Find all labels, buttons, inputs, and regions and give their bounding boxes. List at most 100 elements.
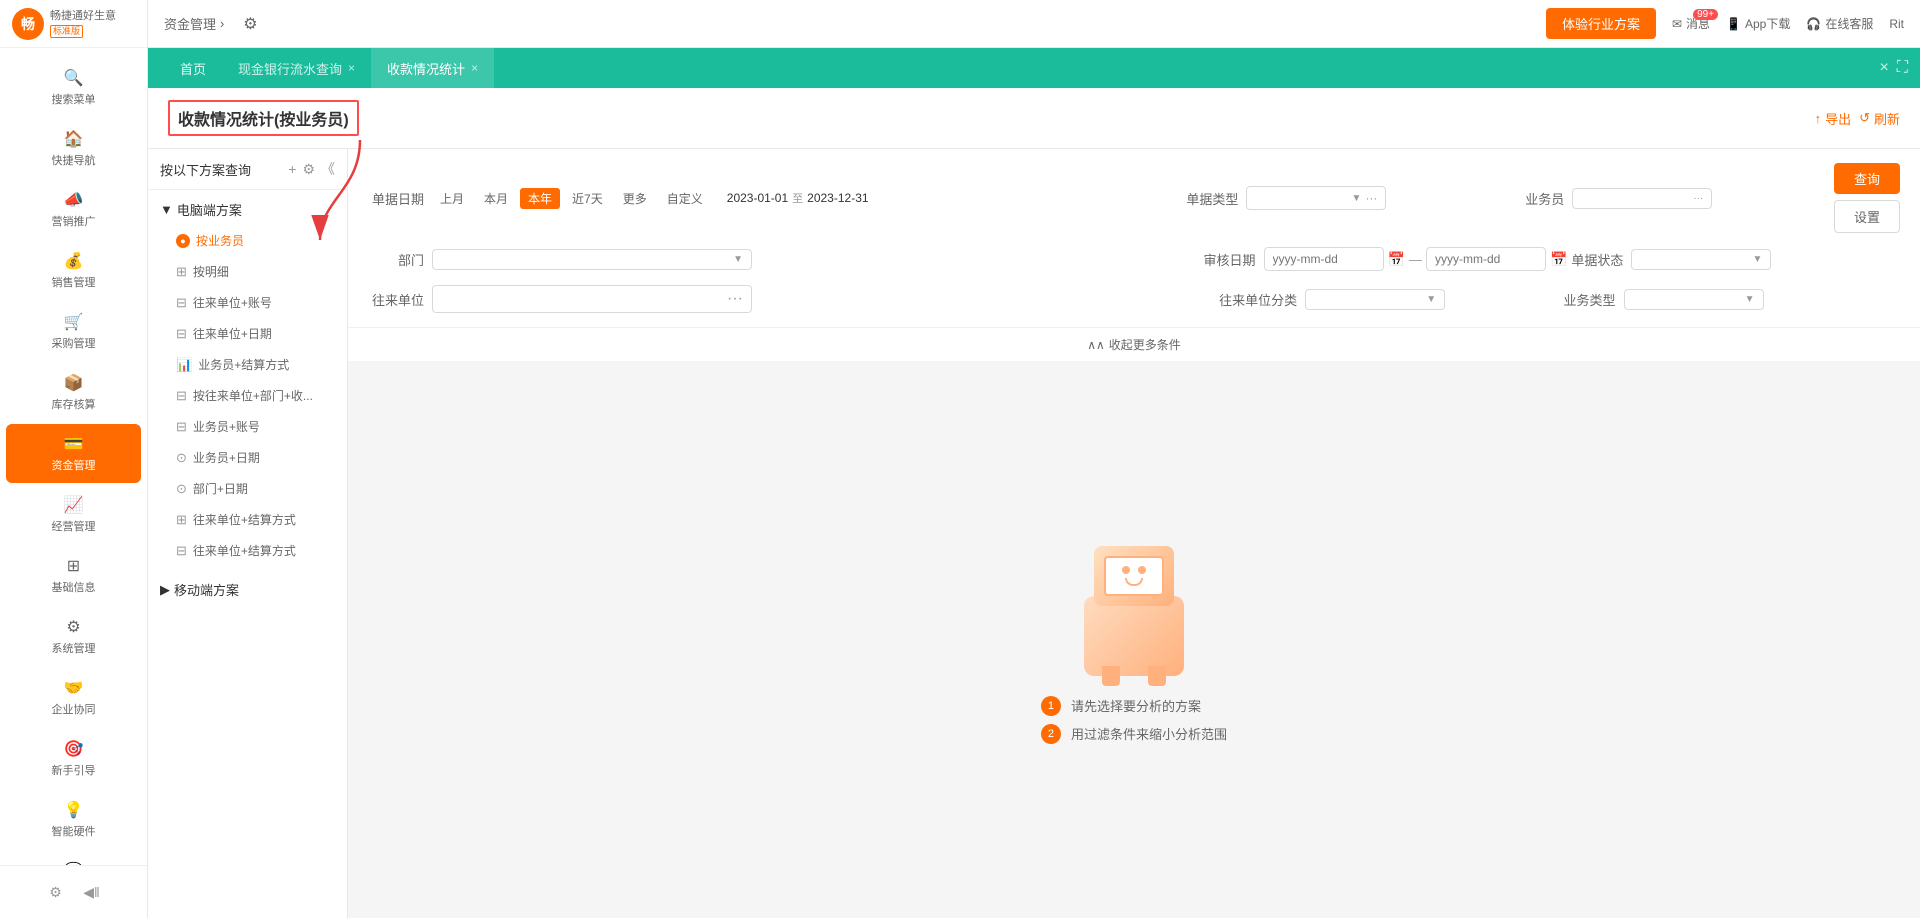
- business-type-label: 业务类型: [1560, 290, 1616, 309]
- scheme-item-detail[interactable]: ⊞ 按明细: [148, 256, 347, 287]
- sidebar-item-enterprise[interactable]: 🤝 企业协同: [6, 668, 141, 727]
- filter-cell-counterparty-category: 往来单位分类 ▼: [1219, 289, 1559, 310]
- counterparty-select[interactable]: ···: [432, 285, 752, 313]
- tab-fullscreen-icon[interactable]: ⛶: [1897, 59, 1908, 77]
- tabbar: 首页 现金银行流水查询 × 收款情况统计 × × ⛶: [148, 48, 1920, 88]
- date-tab-7days[interactable]: 近7天: [564, 188, 611, 209]
- sidebar-item-marketing[interactable]: 📣 营销推广: [6, 180, 141, 239]
- scheme-item-dept-date[interactable]: ⊙ 部门+日期: [148, 473, 347, 504]
- right-panel: 单据日期 上月 本月 本年 近7天 更多 自定义: [348, 149, 1920, 918]
- robot-left-leg: [1102, 666, 1120, 686]
- sidebar-item-search-menu[interactable]: 🔍 搜索菜单: [6, 58, 141, 117]
- refresh-button[interactable]: ↺ 刷新: [1859, 109, 1900, 128]
- robot-face-features: [1122, 566, 1146, 586]
- partner-dept-icon: ⊟: [176, 388, 187, 404]
- system-icon: ⚙: [66, 617, 80, 637]
- desktop-scheme-header[interactable]: ▼ 电脑端方案: [148, 194, 347, 225]
- voucher-type-more[interactable]: ···: [1365, 191, 1377, 205]
- bank-flow-tab-close[interactable]: ×: [348, 61, 355, 75]
- home-tab-label: 首页: [180, 59, 206, 78]
- counterparty-category-select[interactable]: ▼: [1305, 289, 1445, 310]
- settings-button[interactable]: 设置: [1834, 200, 1900, 233]
- business-type-select[interactable]: ▼: [1624, 289, 1764, 310]
- query-button[interactable]: 查询: [1834, 163, 1900, 194]
- main-area: 资金管理 › ⚙ 体验行业方案 ✉ 消息 99+ 📱 App下载: [148, 0, 1920, 918]
- topbar-settings-icon[interactable]: ⚙: [236, 10, 264, 38]
- scheme-item-staff-date[interactable]: ⊙ 业务员+日期: [148, 442, 347, 473]
- staff-select[interactable]: ···: [1572, 188, 1712, 209]
- staff-date-icon: ⊙: [176, 450, 187, 466]
- scheme-item-partner-account[interactable]: ⊟ 往来单位+账号: [148, 287, 347, 318]
- sidebar-item-system[interactable]: ⚙ 系统管理: [6, 607, 141, 666]
- trial-industry-button[interactable]: 体验行业方案: [1546, 8, 1656, 39]
- counterparty-ellipsis[interactable]: ···: [727, 290, 743, 308]
- scheme-item-by-staff[interactable]: ● 按业务员: [148, 225, 347, 256]
- sidebar-item-operation[interactable]: 📈 经营管理: [6, 485, 141, 544]
- empty-illustration: [1054, 536, 1214, 676]
- review-date-to-cal[interactable]: 📅: [1550, 251, 1567, 268]
- scheme-item-staff-account[interactable]: ⊟ 业务员+账号: [148, 411, 347, 442]
- scheme-settings-button[interactable]: ⚙: [302, 161, 315, 178]
- sidebar-item-wechat[interactable]: 💬 企业微信: [6, 851, 141, 865]
- message-icon: ✉: [1672, 17, 1682, 31]
- tab-home[interactable]: 首页: [164, 48, 222, 88]
- robot-right-leg: [1148, 666, 1166, 686]
- message-button[interactable]: ✉ 消息 99+: [1672, 15, 1710, 32]
- filter-cell-business-type: 业务类型 ▼: [1560, 289, 1900, 310]
- sidebar-item-guide[interactable]: 🎯 新手引导: [6, 729, 141, 788]
- counterparty-category-label: 往来单位分类: [1219, 290, 1297, 309]
- date-tab-this-year[interactable]: 本年: [520, 188, 560, 209]
- online-service-button[interactable]: 🎧 在线客服: [1806, 15, 1873, 32]
- sidebar-item-finance[interactable]: 💳 资金管理: [6, 424, 141, 483]
- tab-bank-flow[interactable]: 现金银行流水查询 ×: [222, 48, 371, 88]
- sidebar-item-basic[interactable]: ⊞ 基础信息: [6, 546, 141, 605]
- date-tab-this-month[interactable]: 本月: [476, 188, 516, 209]
- business-type-arrow: ▼: [1745, 294, 1755, 305]
- sidebar-item-sales[interactable]: 💰 销售管理: [6, 241, 141, 300]
- date-tab-custom[interactable]: 自定义: [659, 188, 711, 209]
- tab-collection-stats[interactable]: 收款情况统计 ×: [371, 48, 494, 88]
- topbar: 资金管理 › ⚙ 体验行业方案 ✉ 消息 99+ 📱 App下载: [148, 0, 1920, 48]
- desktop-scheme-arrow: ▼: [160, 202, 173, 217]
- review-date-from-cal[interactable]: 📅: [1388, 251, 1405, 268]
- tab-close-all-icon[interactable]: ×: [1879, 59, 1888, 77]
- scheme-item-partner-date[interactable]: ⊟ 往来单位+日期: [148, 318, 347, 349]
- export-button[interactable]: ↑ 导出: [1815, 109, 1852, 128]
- app-download-button[interactable]: 📱 App下载: [1726, 15, 1790, 32]
- finance-icon: 💳: [64, 434, 84, 454]
- date-tab-last-month[interactable]: 上月: [432, 188, 472, 209]
- collapse-panel-button[interactable]: 《: [321, 159, 335, 179]
- voucher-status-select[interactable]: ▼: [1631, 249, 1771, 270]
- review-date-from-input[interactable]: [1264, 247, 1384, 271]
- date-tab-more[interactable]: 更多: [615, 188, 655, 209]
- date-to-value: 2023-12-31: [807, 191, 868, 205]
- scheme-item-partner-settlement1[interactable]: ⊞ 往来单位+结算方式: [148, 504, 347, 535]
- voucher-type-select[interactable]: ▼ ···: [1246, 186, 1386, 210]
- sidebar: 畅 畅捷通好生意 标准版 🔍 搜索菜单 🏠 快捷导航 📣 营销推广 💰: [0, 0, 148, 918]
- dept-label: 部门: [368, 250, 424, 269]
- sidebar-item-purchase[interactable]: 🛒 采购管理: [6, 302, 141, 361]
- dept-select[interactable]: ▼: [432, 249, 752, 270]
- collection-stats-tab-close[interactable]: ×: [471, 61, 478, 75]
- staff-account-icon: ⊟: [176, 419, 187, 435]
- scheme-item-partner-settlement2[interactable]: ⊟ 往来单位+结算方式: [148, 535, 347, 566]
- scheme-item-staff-settlement[interactable]: 📊 业务员+结算方式: [148, 349, 347, 380]
- voucher-status-label: 单据状态: [1567, 250, 1623, 269]
- review-date-to-input[interactable]: [1426, 247, 1546, 271]
- sidebar-settings-btn[interactable]: ⚙: [42, 878, 70, 906]
- filter-row-1: 单据日期 上月 本月 本年 近7天 更多 自定义: [368, 163, 1900, 233]
- scheme-item-partner-dept[interactable]: ⊟ 按往来单位+部门+收...: [148, 380, 347, 411]
- collapse-filter-button[interactable]: ∧∧ 收起更多条件: [348, 327, 1920, 361]
- mobile-scheme-header[interactable]: ▶ 移动端方案: [148, 574, 347, 605]
- sidebar-item-smart-hw[interactable]: 💡 智能硬件: [6, 790, 141, 849]
- robot-eyes: [1122, 566, 1146, 574]
- sidebar-item-quick-nav[interactable]: 🏠 快捷导航: [6, 119, 141, 178]
- sidebar-item-inventory[interactable]: 📦 库存核算: [6, 363, 141, 422]
- user-account[interactable]: Rit: [1889, 17, 1904, 31]
- filter-cell-counterparty: 往来单位 ···: [368, 285, 1219, 313]
- add-scheme-button[interactable]: +: [288, 161, 296, 177]
- step-2-text: 用过滤条件来缩小分析范围: [1071, 724, 1227, 743]
- sidebar-collapse-btn[interactable]: ◀‖: [78, 878, 106, 906]
- refresh-icon: ↺: [1859, 110, 1870, 126]
- voucher-status-arrow: ▼: [1752, 254, 1762, 265]
